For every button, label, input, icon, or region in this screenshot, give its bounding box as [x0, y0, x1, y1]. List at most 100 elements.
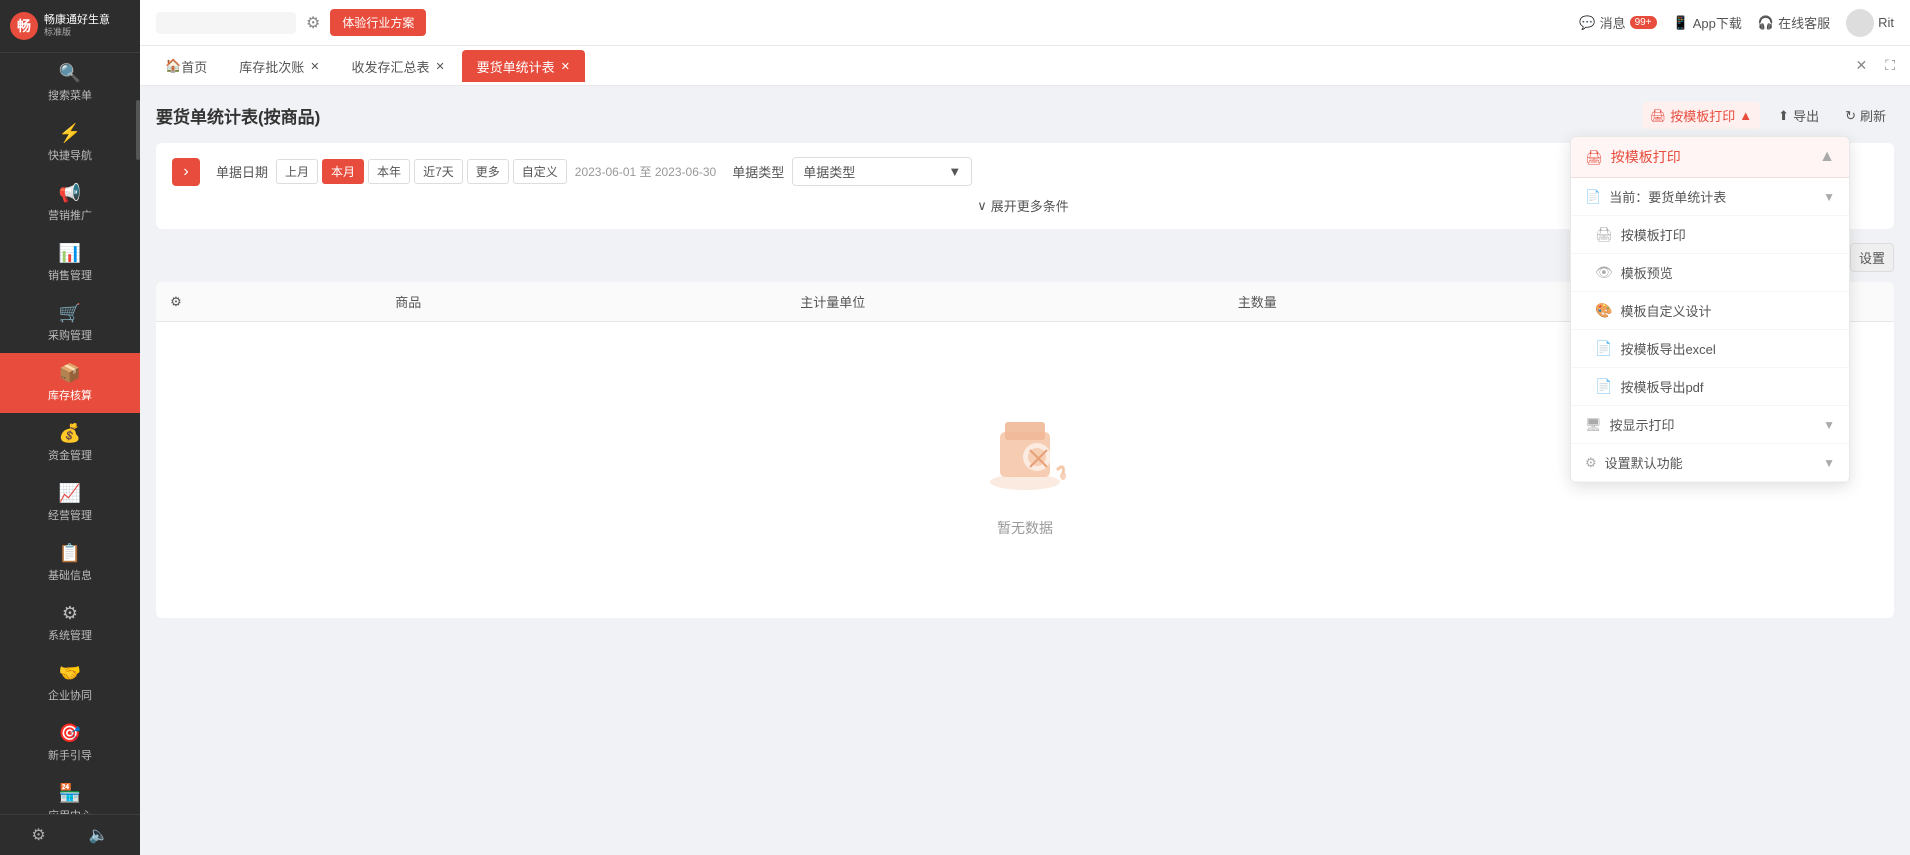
avatar	[1846, 9, 1874, 37]
dropdown-default-func[interactable]: ⚙ 设置默认功能 ▼	[1571, 444, 1849, 482]
dropdown-template-custom[interactable]: 🎨 模板自定义设计	[1571, 292, 1849, 330]
dropdown-template-preview[interactable]: 👁 模板预览	[1571, 254, 1849, 292]
sidebar-item-label-guide: 新手引导	[48, 747, 92, 763]
close-receipt-summary-icon[interactable]: ✕	[435, 60, 444, 73]
dropdown-export-pdf[interactable]: 📄 按模板导出pdf	[1571, 368, 1849, 406]
print-icon: 🖨	[1650, 108, 1667, 124]
basic-nav-icon: 📋	[59, 543, 81, 564]
order-type-select[interactable]: 单据类型 ▼	[792, 157, 972, 186]
logo-text: 畅康通好生意 标准版	[44, 13, 110, 39]
current-template-label: 当前：要货单统计表	[1609, 187, 1726, 206]
close-inventory-batch-icon[interactable]: ✕	[310, 60, 319, 73]
sidebar-item-purchase[interactable]: 🛒 采购管理	[0, 293, 140, 353]
display-print-chevron[interactable]: ▼	[1823, 418, 1835, 432]
dropdown-title: 按模板打印	[1611, 147, 1681, 167]
tab-home[interactable]: 🏠 首页	[150, 50, 222, 82]
app-download-btn[interactable]: 📱 App下载	[1673, 13, 1742, 32]
sidebar-item-appstore[interactable]: 🏪 应用中心	[0, 773, 140, 814]
message-btn[interactable]: 💬 消息 99+	[1579, 13, 1656, 32]
page-actions: 🖨 按模板打印 ▲ ⬆ 导出 ↻ 刷新	[1642, 102, 1894, 129]
print-btn[interactable]: 🖨 按模板打印 ▲	[1642, 102, 1760, 129]
sidebar-item-marketing[interactable]: 📢 营销推广	[0, 173, 140, 233]
sidebar-item-finance[interactable]: 💰 资金管理	[0, 413, 140, 473]
sidebar-item-label-basic: 基础信息	[48, 567, 92, 583]
prev-month-btn[interactable]: 上月	[276, 159, 318, 184]
logo-icon: 畅	[10, 12, 38, 40]
shortcut-nav-icon: ⚡	[59, 123, 81, 144]
sidebar-item-label-finance: 资金管理	[48, 447, 92, 463]
order-type-placeholder: 单据类型	[803, 162, 855, 181]
empty-text: 暂无数据	[997, 518, 1053, 538]
custom-btn[interactable]: 自定义	[513, 159, 567, 184]
sidebar-item-guide[interactable]: 🎯 新手引导	[0, 713, 140, 773]
tab-inventory-batch-label: 库存批次账	[239, 57, 304, 76]
online-service-btn[interactable]: 🎧 在线客服	[1758, 13, 1830, 32]
dropdown-export-excel[interactable]: 📄 按模板导出excel	[1571, 330, 1849, 368]
order-type-label: 单据类型	[732, 162, 784, 181]
current-month-btn[interactable]: 本月	[322, 159, 364, 184]
sidebar-item-label-operation: 经营管理	[48, 507, 92, 523]
sidebar-item-operation[interactable]: 📈 经营管理	[0, 473, 140, 533]
dropdown-current-section[interactable]: 📄 当前：要货单统计表 ▼	[1571, 178, 1849, 216]
export-icon: ⬆	[1778, 108, 1789, 124]
sidebar-item-inventory[interactable]: 📦 库存核算	[0, 353, 140, 413]
current-year-btn[interactable]: 本年	[368, 159, 410, 184]
export-excel-label: 按模板导出excel	[1620, 339, 1715, 358]
more-btn[interactable]: 更多	[467, 159, 509, 184]
sidebar-item-shortcut[interactable]: ⚡ 快捷导航	[0, 113, 140, 173]
tab-inventory-batch[interactable]: 库存批次账 ✕	[224, 50, 334, 82]
sidebar-item-sales[interactable]: 📊 销售管理	[0, 233, 140, 293]
sidebar-item-system[interactable]: ⚙ 系统管理	[0, 593, 140, 653]
export-btn[interactable]: ⬆ 导出	[1770, 102, 1827, 129]
th-settings[interactable]: ⚙	[156, 294, 196, 310]
maximize-window-btn[interactable]: ⛶	[1880, 55, 1900, 76]
sidebar-item-label-purchase: 采购管理	[48, 327, 92, 343]
close-order-stats-icon[interactable]: ✕	[561, 60, 570, 73]
print-dropdown-icon: 🖨	[1585, 149, 1603, 166]
sidebar-item-label-shortcut: 快捷导航	[48, 147, 92, 163]
dropdown-display-print[interactable]: 🖥 按显示打印 ▼	[1571, 406, 1849, 444]
filter-toggle-btn[interactable]: ›	[172, 158, 200, 186]
template-custom-icon: 🎨	[1595, 302, 1612, 319]
empty-illustration	[975, 402, 1075, 502]
current-template-chevron[interactable]: ▼	[1823, 190, 1835, 204]
sidebar-item-basic[interactable]: 📋 基础信息	[0, 533, 140, 593]
dropdown-collapse-btn[interactable]: ▲	[1819, 148, 1835, 166]
export-label: 导出	[1793, 106, 1819, 125]
user-area[interactable]: Rit	[1846, 9, 1894, 37]
settings-bottom-icon[interactable]: ⚙	[31, 825, 45, 845]
sidebar-item-enterprise[interactable]: 🤝 企业协同	[0, 653, 140, 713]
main-area: ⚙ 体验行业方案 💬 消息 99+ 📱 App下载 🎧 在线客服 Rit	[140, 0, 1910, 855]
tab-receipt-summary[interactable]: 收发存汇总表 ✕	[336, 50, 459, 82]
th-unit: 主计量单位	[621, 292, 1046, 311]
close-window-btn[interactable]: ✕	[1850, 55, 1872, 76]
display-print-label: 按显示打印	[1610, 415, 1675, 434]
tabs-bar: 🏠 首页 库存批次账 ✕ 收发存汇总表 ✕ 要货单统计表 ✕ ✕ ⛶	[140, 46, 1910, 86]
last7days-btn[interactable]: 近7天	[414, 159, 463, 184]
sidebar-nav: 🔍 搜索菜单 ⚡ 快捷导航 📢 营销推广 📊 销售管理 🛒 采购管理 📦 库存核…	[0, 53, 140, 814]
template-print-label: 按模板打印	[1621, 225, 1686, 244]
topbar-right: 💬 消息 99+ 📱 App下载 🎧 在线客服 Rit	[1579, 9, 1894, 37]
refresh-btn[interactable]: ↻ 刷新	[1837, 102, 1894, 129]
th-quantity: 主数量	[1045, 292, 1470, 311]
gear-icon[interactable]: ⚙	[306, 13, 320, 33]
refresh-icon: ↻	[1845, 108, 1856, 124]
tab-order-stats-label: 要货单统计表	[477, 57, 555, 76]
expand-more-label: 展开更多条件	[991, 196, 1069, 215]
default-func-label: 设置默认功能	[1605, 453, 1683, 472]
system-nav-icon: ⚙	[62, 603, 78, 624]
template-custom-label: 模板自定义设计	[1620, 301, 1711, 320]
default-func-chevron[interactable]: ▼	[1823, 456, 1835, 470]
inventory-nav-icon: 📦	[59, 363, 81, 384]
online-service-label: 在线客服	[1778, 13, 1830, 32]
print-dropdown: 🖨 按模板打印 ▲ 📄 当前：要货单统计表 ▼ 🖨 按模板打印 👁 模板预览	[1570, 136, 1850, 483]
sidebar-item-label-search: 搜索菜单	[48, 87, 92, 103]
settings-btn[interactable]: 设置	[1850, 243, 1894, 272]
experience-btn[interactable]: 体验行业方案	[330, 9, 426, 36]
tab-order-stats[interactable]: 要货单统计表 ✕	[462, 50, 585, 82]
sidebar-item-search[interactable]: 🔍 搜索菜单	[0, 53, 140, 113]
speaker-bottom-icon[interactable]: 🔈	[89, 825, 109, 845]
dropdown-header: 🖨 按模板打印 ▲	[1571, 137, 1849, 178]
dropdown-template-print[interactable]: 🖨 按模板打印	[1571, 216, 1849, 254]
search-input[interactable]	[156, 12, 296, 34]
